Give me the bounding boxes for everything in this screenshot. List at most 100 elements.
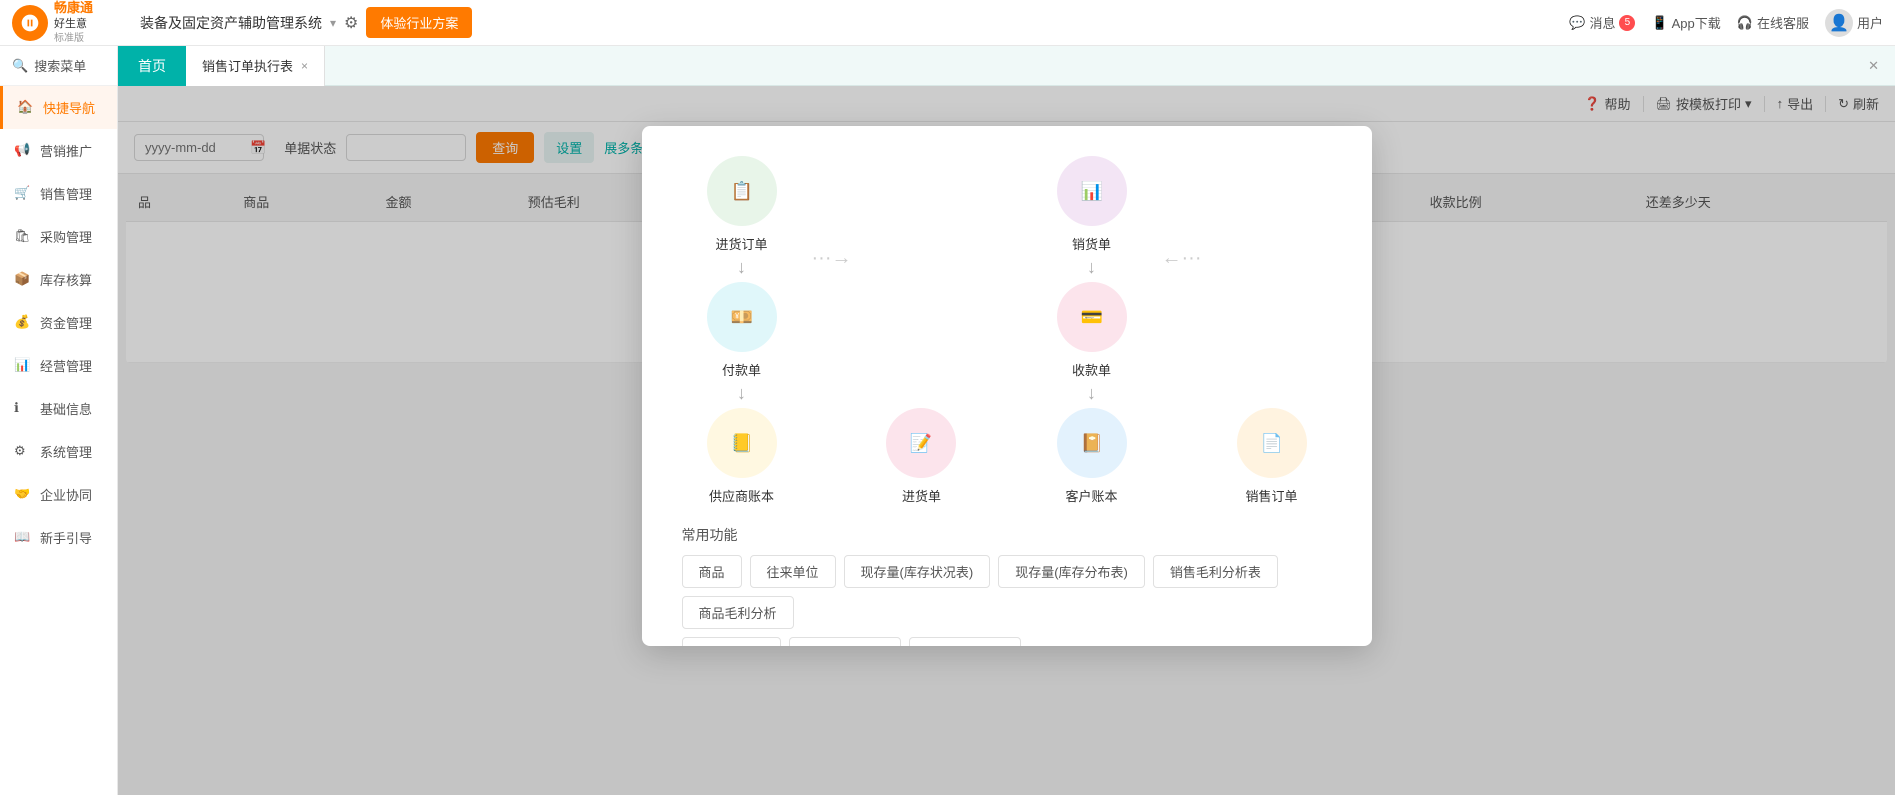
popup-overlay[interactable]: 📋 进货订单 ↓ 💴: [118, 86, 1895, 795]
customer-account-node[interactable]: 📔 客户账本: [1032, 408, 1152, 505]
func-btn-partner[interactable]: 往来单位: [750, 555, 836, 588]
func-btns-row2: 销售排行榜 收款情况统计 付款情况统计: [682, 637, 1332, 646]
logo-icon: [12, 5, 48, 41]
purchase-bill-icon: 📝: [886, 408, 956, 478]
sales-order-col: 📄 销售订单: [1212, 408, 1332, 505]
sales-bill-label: 销货单: [1072, 234, 1111, 253]
sidebar-item-inventory[interactable]: 📦 库存核算: [0, 258, 117, 301]
sidebar-item-system[interactable]: ⚙ 系统管理: [0, 430, 117, 473]
sidebar-item-quick-nav[interactable]: 🏠 快捷导航: [0, 86, 117, 129]
svg-text:💳: 💳: [1080, 307, 1102, 327]
func-btn-sales-rank[interactable]: 销售排行榜: [682, 637, 781, 646]
sidebar: 🔍 搜索菜单 🏠 快捷导航 📢 营销推广 🛒 销售管理 🛍 采购管理 📦: [0, 46, 118, 795]
content-area: 首页 销售订单执行表 × ✕ ❓ 帮助: [118, 46, 1895, 795]
tab-close-icon[interactable]: ×: [301, 59, 308, 73]
svg-text:📄: 📄: [1260, 432, 1282, 453]
func-btn-payment-stats[interactable]: 付款情况统计: [909, 637, 1021, 646]
dropdown-arrow-icon[interactable]: ▾: [330, 16, 336, 30]
left-col: 📋 进货订单 ↓ 💴: [682, 156, 802, 505]
sales-bill-col: 📊 销货单 ↓ 💳 收款单: [1032, 156, 1152, 505]
sidebar-item-purchase[interactable]: 🛍 采购管理: [0, 215, 117, 258]
logo-text: 畅康通 好生意 标准版: [54, 0, 93, 44]
arrow-down-4: ↓: [1087, 383, 1096, 404]
supplier-account-label: 供应商账本: [709, 486, 774, 505]
func-btn-receipt-stats[interactable]: 收款情况统计: [789, 637, 901, 646]
home-icon: 🏠: [17, 99, 35, 117]
enterprise-icon: 🤝: [14, 486, 32, 504]
sales-order-icon: 📄: [1237, 408, 1307, 478]
func-btn-product-profit[interactable]: 商品毛利分析: [682, 596, 794, 629]
receipt-label: 收款单: [1072, 360, 1111, 379]
h-arrow-1: ···→: [812, 247, 852, 270]
guide-icon: 📖: [14, 529, 32, 547]
purchase-bill-col: 📝 进货单: [861, 408, 981, 505]
tab-close-right[interactable]: ✕: [1852, 46, 1895, 86]
settings-icon[interactable]: ⚙: [344, 13, 358, 33]
user-avatar-area[interactable]: 👤 用户: [1825, 9, 1883, 37]
sidebar-item-finance[interactable]: 💰 资金管理: [0, 301, 117, 344]
supplier-account-node[interactable]: 📒 供应商账本: [682, 408, 802, 505]
sidebar-item-operations[interactable]: 📊 经营管理: [0, 344, 117, 387]
svg-text:📝: 📝: [910, 432, 932, 453]
arrow-down-1: ↓: [737, 257, 746, 278]
func-btn-sales-profit[interactable]: 销售毛利分析表: [1153, 555, 1278, 588]
trial-button[interactable]: 体验行业方案: [366, 7, 472, 38]
page-content: ❓ 帮助 🖨 按模板打印 ▾ ↑ 导出: [118, 86, 1895, 795]
phone-icon: 📱: [1651, 15, 1667, 31]
system-title: 装备及固定资产辅助管理系统: [140, 13, 322, 33]
flow-area: 📋 进货订单 ↓ 💴: [642, 126, 1372, 525]
cart-icon: 🛒: [14, 185, 32, 203]
customer-account-icon: 📔: [1057, 408, 1127, 478]
gear-icon: ⚙: [14, 443, 32, 461]
tab-home[interactable]: 首页: [118, 46, 186, 86]
message-badge: 5: [1619, 15, 1635, 31]
arrow-down-3: ↓: [737, 383, 746, 404]
svg-text:📊: 📊: [1080, 180, 1102, 201]
sales-order-label: 销售订单: [1245, 486, 1297, 505]
logo-area: 畅康通 好生意 标准版: [12, 0, 130, 44]
receipt-icon: 💳: [1057, 282, 1127, 352]
purchase-bill-node[interactable]: 📝 进货单: [861, 408, 981, 505]
common-title: 常用功能: [682, 525, 1332, 545]
bag-icon: 🛍: [14, 228, 32, 246]
supplier-account-icon: 📒: [707, 408, 777, 478]
top-right-area: 💬 消息 5 📱 App下载 🎧 在线客服 👤 用户: [1569, 9, 1883, 37]
customer-account-label: 客户账本: [1066, 486, 1118, 505]
system-title-area: 装备及固定资产辅助管理系统 ▾ ⚙ 体验行业方案: [140, 7, 1559, 38]
message-item[interactable]: 💬 消息 5: [1569, 13, 1635, 32]
info-icon: ℹ: [14, 400, 32, 418]
megaphone-icon: 📢: [14, 142, 32, 160]
app-download-item[interactable]: 📱 App下载: [1651, 13, 1720, 32]
tab-sales-order[interactable]: 销售订单执行表 ×: [186, 46, 325, 86]
sales-bill-icon: 📊: [1057, 156, 1127, 226]
payment-node[interactable]: 💴 付款单: [682, 282, 802, 379]
sidebar-item-marketing[interactable]: 📢 营销推广: [0, 129, 117, 172]
chart-icon: 📊: [14, 357, 32, 375]
svg-text:📒: 📒: [730, 433, 752, 453]
arrow-down-2: ↓: [1087, 257, 1096, 278]
func-btns-row1: 商品 往来单位 现存量(库存状况表) 现存量(库存分布表) 销售毛利分析表 商品…: [682, 555, 1332, 629]
online-service-item[interactable]: 🎧 在线客服: [1737, 13, 1809, 32]
func-btn-stock-status[interactable]: 现存量(库存状况表): [844, 555, 991, 588]
purchase-bill-label: 进货单: [902, 486, 941, 505]
wallet-icon: 💰: [14, 314, 32, 332]
receipt-node[interactable]: 💳 收款单: [1032, 282, 1152, 379]
purchase-order-node[interactable]: 📋 进货订单: [682, 156, 802, 253]
sales-order-node[interactable]: 📄 销售订单: [1212, 408, 1332, 505]
sidebar-item-sales[interactable]: 🛒 销售管理: [0, 172, 117, 215]
sidebar-item-guide[interactable]: 📖 新手引导: [0, 516, 117, 559]
payment-label: 付款单: [722, 360, 761, 379]
h-arrow-2: ←···: [1162, 247, 1202, 270]
popup: 📋 进货订单 ↓ 💴: [642, 126, 1372, 646]
sidebar-item-enterprise[interactable]: 🤝 企业协同: [0, 473, 117, 516]
sidebar-item-base-info[interactable]: ℹ 基础信息: [0, 387, 117, 430]
search-menu[interactable]: 🔍 搜索菜单: [0, 46, 117, 86]
svg-text:📋: 📋: [730, 180, 752, 201]
purchase-order-label: 进货订单: [715, 234, 767, 253]
svg-text:📔: 📔: [1080, 433, 1102, 453]
sales-bill-node[interactable]: 📊 销货单: [1032, 156, 1152, 253]
func-btn-product[interactable]: 商品: [682, 555, 742, 588]
tab-bar: 首页 销售订单执行表 × ✕: [118, 46, 1895, 86]
common-funcs-area: 常用功能 商品 往来单位 现存量(库存状况表) 现存量(库存分布表) 销售毛利分…: [642, 525, 1372, 646]
func-btn-stock-dist[interactable]: 现存量(库存分布表): [998, 555, 1145, 588]
